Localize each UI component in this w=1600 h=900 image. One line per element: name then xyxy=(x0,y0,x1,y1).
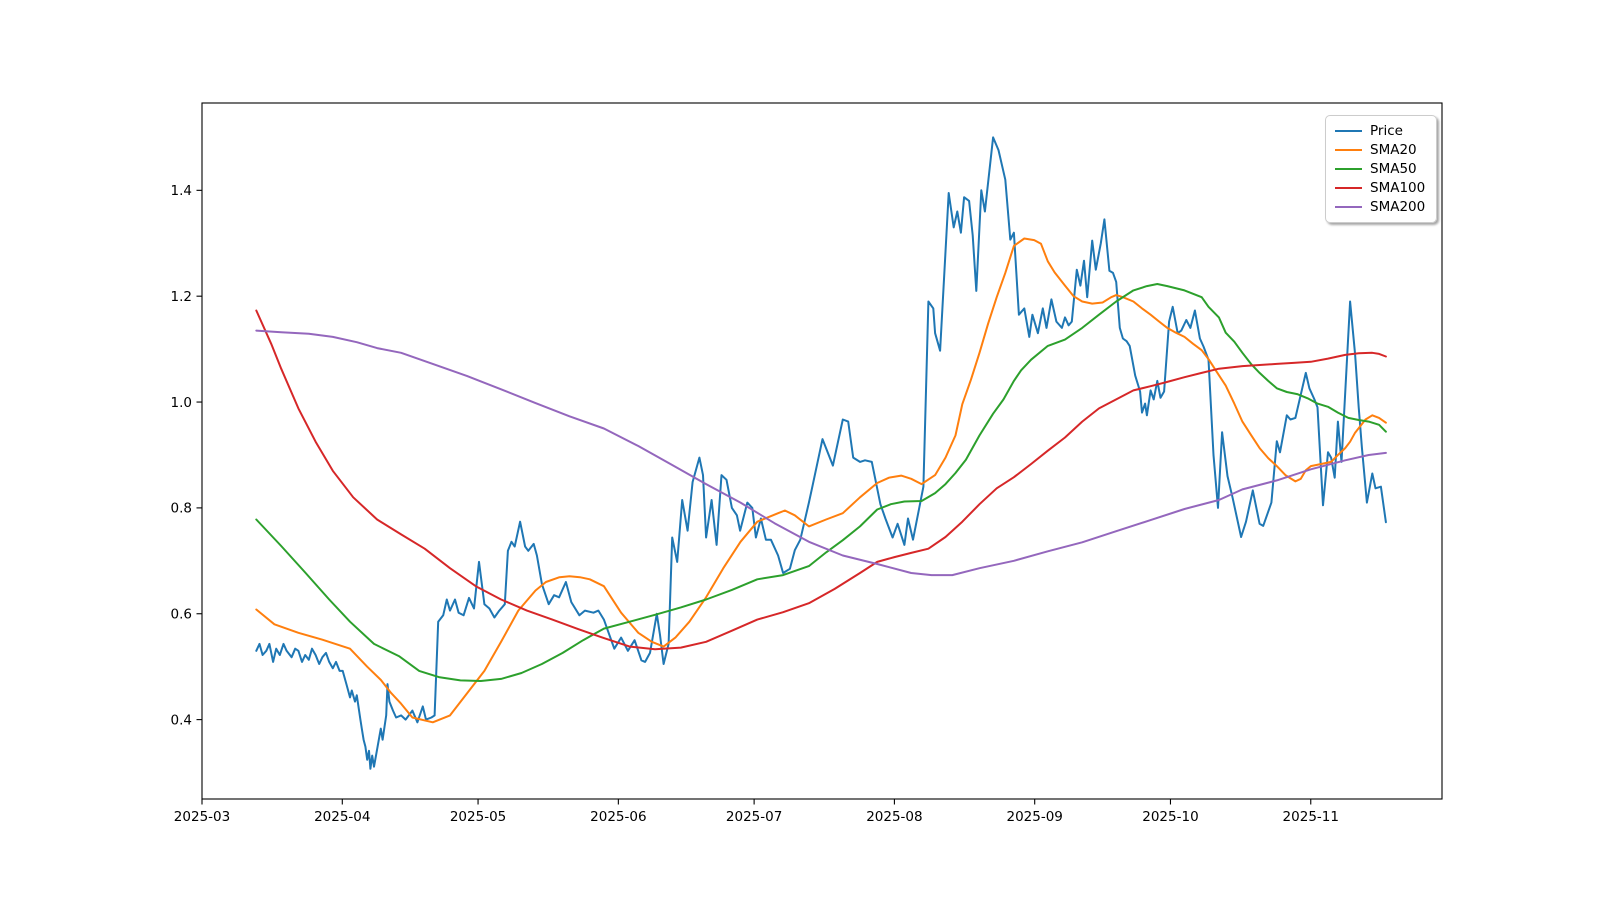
x-tick-label: 2025-10 xyxy=(1142,809,1198,825)
series-line-price xyxy=(255,136,1387,770)
legend-label: SMA20 xyxy=(1370,142,1417,158)
legend-entry-price: Price xyxy=(1335,122,1427,140)
legend-line-sample-sma200 xyxy=(1335,206,1362,208)
legend: Price SMA20 SMA50 SMA100 SMA200 xyxy=(1325,115,1437,223)
legend-label: SMA100 xyxy=(1370,180,1426,196)
legend-entry-sma20: SMA20 xyxy=(1335,141,1427,159)
legend-entry-sma100: SMA100 xyxy=(1335,179,1427,197)
y-tick-label: 0.8 xyxy=(171,501,192,517)
legend-label: SMA200 xyxy=(1370,199,1426,215)
x-tick-label: 2025-09 xyxy=(1006,809,1062,825)
legend-label: Price xyxy=(1370,123,1403,139)
legend-line-sample-sma20 xyxy=(1335,149,1362,151)
x-tick-label: 2025-07 xyxy=(726,809,782,825)
x-tick-label: 2025-04 xyxy=(314,809,370,825)
y-tick-label: 0.4 xyxy=(171,712,192,728)
legend-line-sample-sma50 xyxy=(1335,168,1362,170)
legend-label: SMA50 xyxy=(1370,161,1417,177)
x-tick-label: 2025-08 xyxy=(866,809,922,825)
legend-entry-sma200: SMA200 xyxy=(1335,198,1427,216)
x-tick-label: 2025-11 xyxy=(1283,809,1339,825)
series-line-sma200 xyxy=(255,329,1387,577)
legend-entry-sma50: SMA50 xyxy=(1335,160,1427,178)
legend-line-sample-price xyxy=(1335,130,1362,132)
y-tick-label: 1.2 xyxy=(171,289,192,305)
y-tick-label: 0.6 xyxy=(171,607,192,623)
x-tick-label: 2025-05 xyxy=(450,809,506,825)
legend-line-sample-sma100 xyxy=(1335,187,1362,189)
matplotlib-figure: 2025-03 2025-04 2025-05 2025-06 2025-07 2025-… xyxy=(0,0,1600,900)
x-tick-label: 2025-06 xyxy=(590,809,646,825)
y-tick-label: 1.4 xyxy=(171,183,192,199)
x-tick-label: 2025-03 xyxy=(174,809,230,825)
y-tick-label: 1.0 xyxy=(171,395,192,411)
